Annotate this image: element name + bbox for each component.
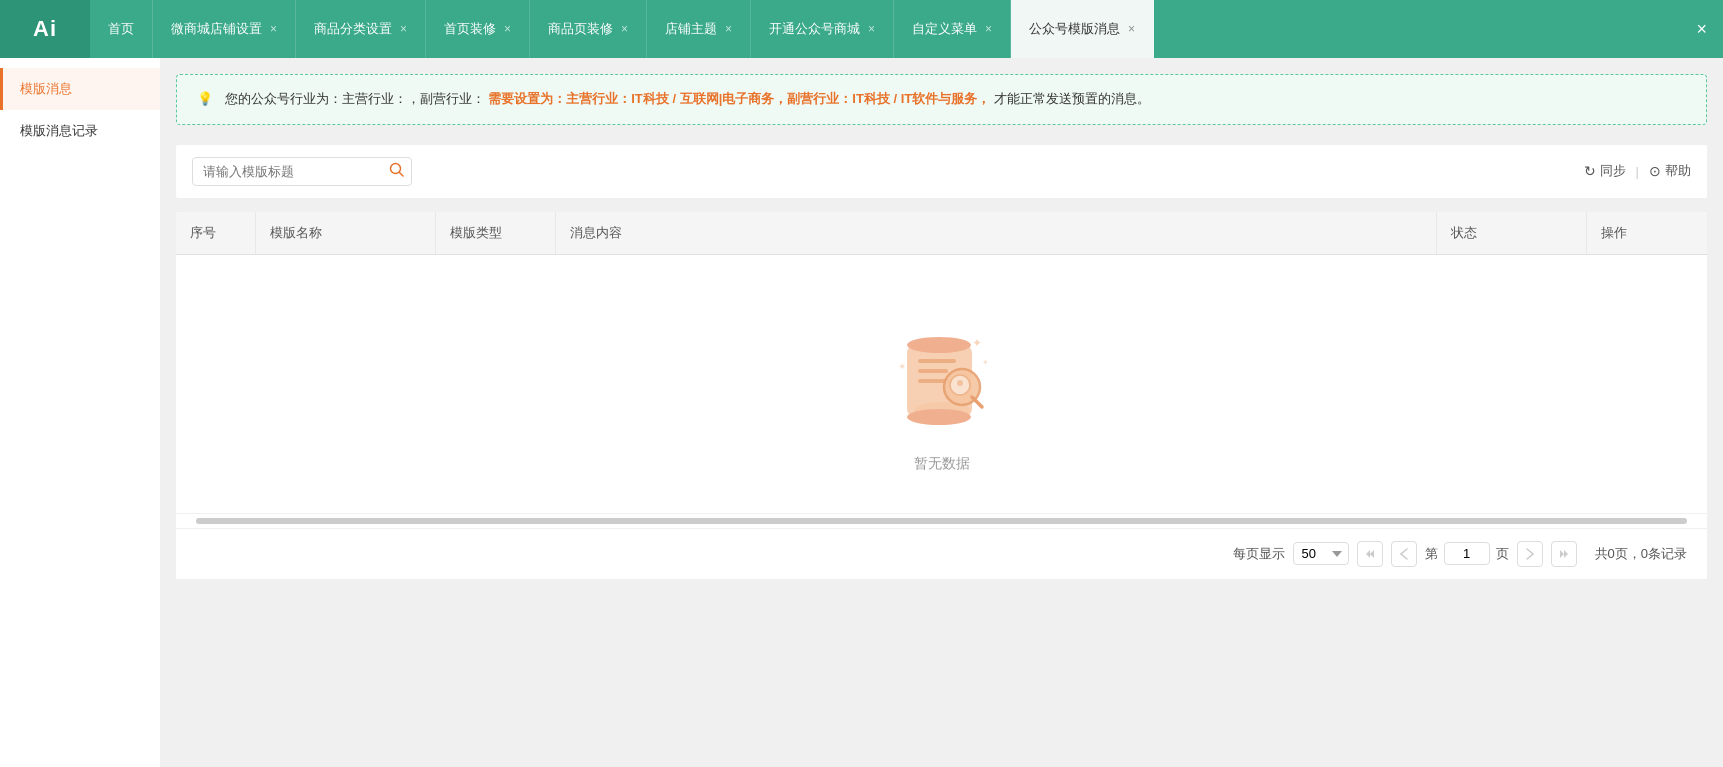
next-page-button[interactable] (1517, 541, 1543, 567)
table-wrap: 序号模版名称模版类型消息内容状态操作 (176, 212, 1707, 579)
divider: | (1636, 164, 1639, 179)
nav-tab-label: 首页装修 (444, 20, 496, 38)
sync-icon: ↻ (1584, 163, 1596, 179)
nav-tab-home[interactable]: 首页 (90, 0, 153, 58)
table-col-content: 消息内容 (556, 212, 1437, 254)
empty-state: ✦ ✦ ✦ 暂无数据 (176, 255, 1707, 513)
close-icon[interactable]: × (621, 22, 628, 36)
search-actions: ↻ 同步 | ⊙ 帮助 (1584, 162, 1691, 180)
search-bar: ↻ 同步 | ⊙ 帮助 (176, 145, 1707, 198)
page-size-select[interactable]: 102050100 (1293, 542, 1349, 565)
notice-banner: 💡 您的公众号行业为：主营行业：，副营行业： 需要设置为：主营行业：IT科技 /… (176, 74, 1707, 125)
table-col-status: 状态 (1437, 212, 1587, 254)
nav-tab-label: 首页 (108, 20, 134, 38)
close-icon[interactable]: × (868, 22, 875, 36)
close-icon[interactable]: × (270, 22, 277, 36)
pagination: 每页显示 102050100 第 页 (176, 528, 1707, 579)
logo-text: Ai (33, 16, 57, 42)
main-layout: 模版消息模版消息记录 💡 您的公众号行业为：主营行业：，副营行业： 需要设置为：… (0, 58, 1723, 767)
sidebar-item-label: 模版消息记录 (20, 123, 98, 138)
page-label: 第 (1425, 545, 1438, 563)
sidebar-item-label: 模版消息 (20, 81, 72, 96)
content-area: 💡 您的公众号行业为：主营行业：，副营行业： 需要设置为：主营行业：IT科技 /… (160, 58, 1723, 767)
page-input-wrap: 第 页 (1425, 542, 1509, 565)
nav-tab-label: 商品分类设置 (314, 20, 392, 38)
svg-rect-6 (918, 359, 956, 363)
empty-illustration: ✦ ✦ ✦ (882, 315, 1002, 435)
nav-tab-product-decoration[interactable]: 商品页装修 × (530, 0, 647, 58)
nav-tab-template-message[interactable]: 公众号模版消息 × (1011, 0, 1154, 58)
search-input[interactable] (192, 157, 412, 186)
svg-text:✦: ✦ (898, 361, 906, 372)
nav-tab-store-theme[interactable]: 店铺主题 × (647, 0, 751, 58)
help-label: 帮助 (1665, 162, 1691, 180)
svg-text:✦: ✦ (972, 336, 982, 350)
search-button[interactable] (389, 162, 404, 180)
nav-tab-category-settings[interactable]: 商品分类设置 × (296, 0, 426, 58)
sync-button[interactable]: ↻ 同步 (1584, 162, 1626, 180)
close-icon[interactable]: × (725, 22, 732, 36)
sidebar-item-template-message-record[interactable]: 模版消息记录 (0, 110, 160, 152)
svg-point-12 (957, 380, 963, 386)
nav-tab-label: 微商城店铺设置 (171, 20, 262, 38)
nav-tab-label: 公众号模版消息 (1029, 20, 1120, 38)
empty-text: 暂无数据 (914, 455, 970, 473)
sidebar: 模版消息模版消息记录 (0, 58, 160, 767)
sidebar-item-template-message[interactable]: 模版消息 (0, 68, 160, 110)
page-size-label: 每页显示 (1233, 545, 1285, 563)
notice-text-suffix: 才能正常发送预置的消息。 (994, 91, 1150, 106)
close-icon[interactable]: × (985, 22, 992, 36)
scrollbar-row (176, 513, 1707, 528)
prev-page-button[interactable] (1391, 541, 1417, 567)
table-header: 序号模版名称模版类型消息内容状态操作 (176, 212, 1707, 255)
search-input-wrap (192, 157, 412, 186)
svg-rect-7 (918, 369, 948, 373)
bulb-icon: 💡 (197, 91, 213, 106)
nav-tab-label: 自定义菜单 (912, 20, 977, 38)
page-unit: 页 (1496, 545, 1509, 563)
nav-tab-label: 店铺主题 (665, 20, 717, 38)
close-icon[interactable]: × (1128, 22, 1135, 36)
table-col-index: 序号 (176, 212, 256, 254)
close-icon[interactable]: × (400, 22, 407, 36)
page-input[interactable] (1444, 542, 1490, 565)
fake-scrollbar[interactable] (196, 518, 1687, 524)
table-col-actions: 操作 (1587, 212, 1707, 254)
svg-text:✦: ✦ (982, 358, 989, 367)
notice-highlight: 需要设置为：主营行业：IT科技 / 互联网|电子商务，副营行业：IT科技 / I… (488, 91, 990, 106)
nav-tab-open-mall[interactable]: 开通公众号商城 × (751, 0, 894, 58)
help-button[interactable]: ⊙ 帮助 (1649, 162, 1691, 180)
first-page-button[interactable] (1357, 541, 1383, 567)
nav-tab-label: 开通公众号商城 (769, 20, 860, 38)
svg-line-1 (400, 173, 404, 177)
top-nav: Ai 首页微商城店铺设置×商品分类设置×首页装修×商品页装修×店铺主题×开通公众… (0, 0, 1723, 58)
svg-point-5 (907, 409, 971, 425)
svg-point-4 (907, 337, 971, 353)
notice-text-prefix: 您的公众号行业为：主营行业：，副营行业： (225, 91, 485, 106)
help-icon: ⊙ (1649, 163, 1661, 179)
page-total: 共0页，0条记录 (1595, 545, 1687, 563)
logo: Ai (0, 0, 90, 58)
table-col-type: 模版类型 (436, 212, 556, 254)
close-icon[interactable]: × (504, 22, 511, 36)
nav-tabs: 首页微商城店铺设置×商品分类设置×首页装修×商品页装修×店铺主题×开通公众号商城… (90, 0, 1680, 58)
nav-tab-label: 商品页装修 (548, 20, 613, 38)
nav-tab-custom-menu[interactable]: 自定义菜单 × (894, 0, 1011, 58)
sync-label: 同步 (1600, 162, 1626, 180)
table-col-name: 模版名称 (256, 212, 436, 254)
close-all-button[interactable]: × (1680, 0, 1723, 58)
nav-tab-home-decoration[interactable]: 首页装修 × (426, 0, 530, 58)
last-page-button[interactable] (1551, 541, 1577, 567)
nav-tab-shop-settings[interactable]: 微商城店铺设置 × (153, 0, 296, 58)
